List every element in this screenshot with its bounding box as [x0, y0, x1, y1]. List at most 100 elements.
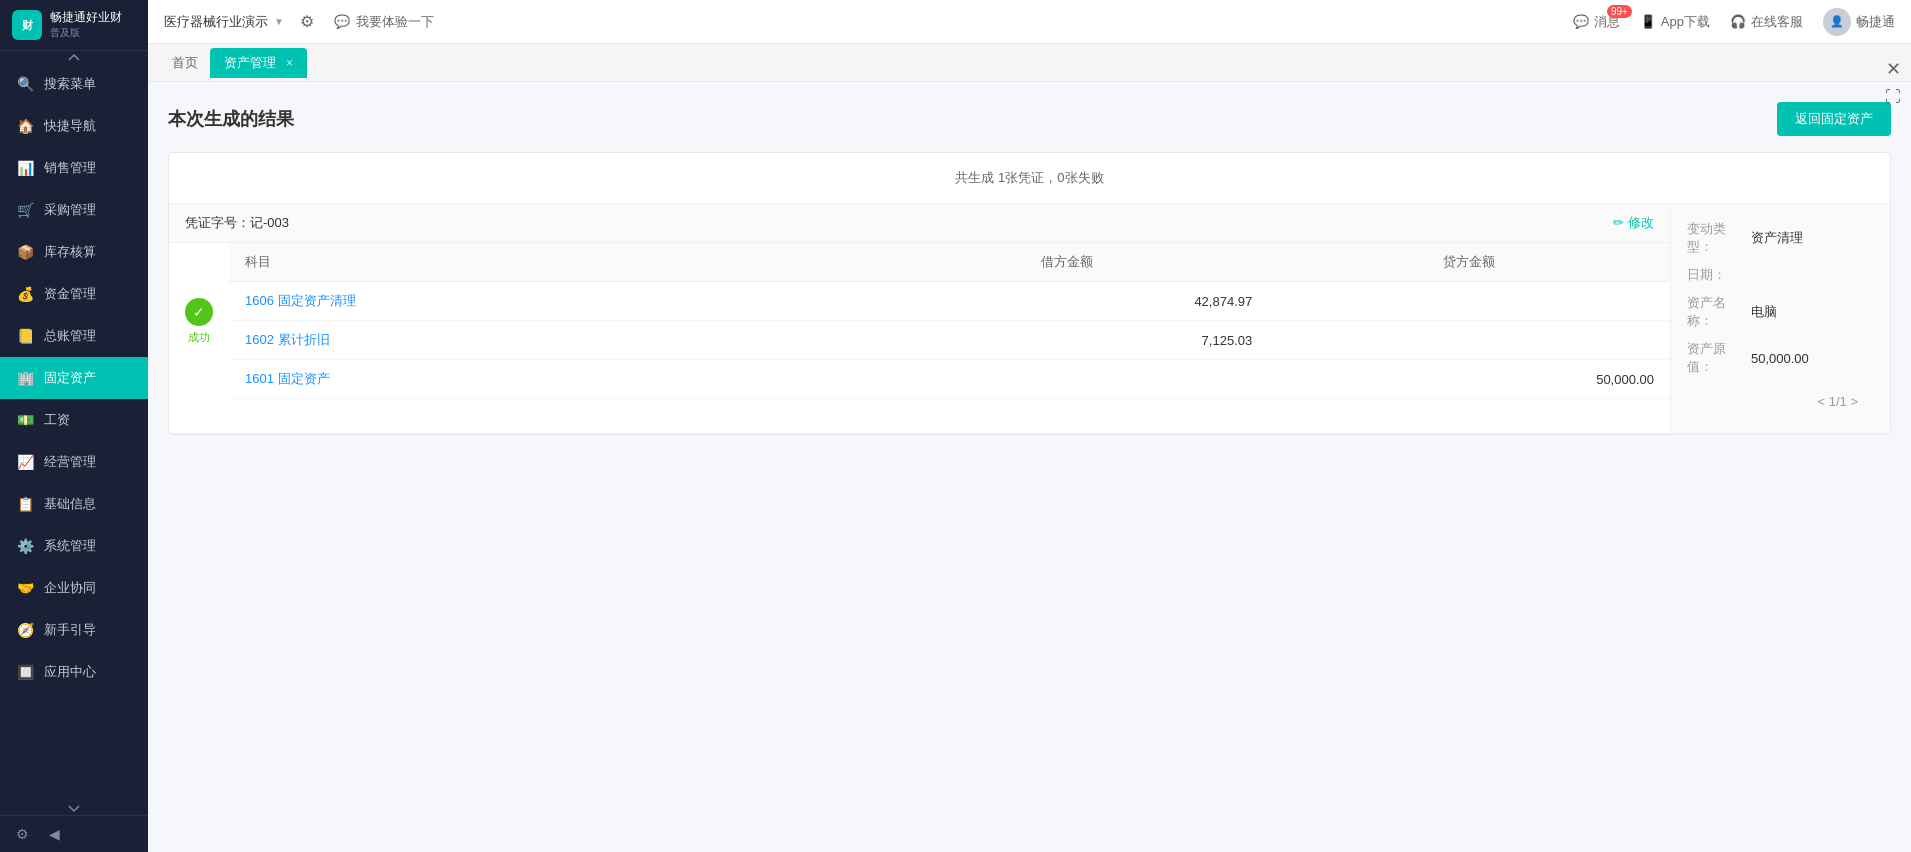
user-menu[interactable]: 👤 畅捷通 — [1823, 8, 1895, 36]
sales-icon: 📊 — [16, 159, 34, 177]
asset-name-value: 电脑 — [1751, 303, 1777, 321]
date-label: 日期： — [1687, 266, 1751, 284]
sidebar-item-guide[interactable]: 🧭 新手引导 — [0, 609, 148, 651]
account-code-1601[interactable]: 1601 固定资产 — [245, 371, 330, 386]
account-code-1602[interactable]: 1602 累计折旧 — [245, 332, 330, 347]
sidebar-item-quicknav[interactable]: 🏠 快捷导航 — [0, 105, 148, 147]
col-credit: 贷方金额 — [1268, 243, 1670, 282]
pagination[interactable]: < 1/1 > — [1687, 386, 1874, 417]
notifications-icon: 💬 — [1573, 14, 1589, 29]
apps-icon: 🔲 — [16, 663, 34, 681]
company-selector[interactable]: 医疗器械行业演示 ▼ — [164, 13, 284, 31]
panel-expand-button[interactable]: ⛶ — [1879, 86, 1907, 108]
tab-assets[interactable]: 资产管理 × — [210, 48, 307, 78]
sidebar-collapse-icon[interactable]: ◀ — [49, 826, 60, 842]
sidebar-item-label: 固定资产 — [44, 369, 96, 387]
purchase-icon: 🛒 — [16, 201, 34, 219]
result-summary: 共生成 1张凭证，0张失败 — [169, 153, 1890, 204]
asset-value-label: 资产原值： — [1687, 340, 1751, 376]
col-subject: 科目 — [229, 243, 866, 282]
row3-credit: 50,000.00 — [1268, 360, 1670, 399]
voucher-body: ✓ 成功 科目 借方金额 贷方金额 — [169, 243, 1670, 399]
support-label: 在线客服 — [1751, 13, 1803, 31]
result-panel: 共生成 1张凭证，0张失败 凭证字号：记-003 ✏ 修改 ✓ — [168, 152, 1891, 435]
tabbar: 首页 资产管理 × — [148, 44, 1911, 82]
result-header: 本次生成的结果 返回固定资产 — [168, 102, 1891, 136]
success-icon: ✓ — [185, 298, 213, 326]
sidebar-item-payroll[interactable]: 💵 工资 — [0, 399, 148, 441]
row2-subject[interactable]: 1602 累计折旧 — [229, 321, 866, 360]
change-type-value: 资产清理 — [1751, 229, 1803, 247]
sidebar: 财 畅捷通好业财 普及版 🔍 搜索菜单 🏠 快捷导航 📊 销售管理 🛒 采购管理 — [0, 0, 148, 852]
asset-value-value: 50,000.00 — [1751, 351, 1809, 366]
col-debit: 借方金额 — [866, 243, 1268, 282]
notifications-button[interactable]: 💬 消息 99+ — [1573, 13, 1620, 31]
sidebar-item-funds[interactable]: 💰 资金管理 — [0, 273, 148, 315]
feedback-icon: 💬 — [334, 14, 350, 29]
sidebar-bottom: ⚙ ◀ — [0, 815, 148, 852]
row1-subject[interactable]: 1606 固定资产清理 — [229, 282, 866, 321]
account-code-1606[interactable]: 1606 固定资产清理 — [245, 293, 356, 308]
tab-close-icon[interactable]: × — [286, 56, 293, 70]
sidebar-item-label: 总账管理 — [44, 327, 96, 345]
status-label: 成功 — [188, 330, 210, 345]
app-download-label: App下载 — [1661, 13, 1710, 31]
support-icon: 🎧 — [1730, 14, 1746, 29]
sidebar-item-label: 资金管理 — [44, 285, 96, 303]
panel-close-button[interactable]: ✕ — [1879, 56, 1907, 82]
table-row: 1606 固定资产清理 42,874.97 — [229, 282, 1670, 321]
sidebar-item-search[interactable]: 🔍 搜索菜单 — [0, 63, 148, 105]
app-download-button[interactable]: 📱 App下载 — [1640, 13, 1710, 31]
sidebar-scroll-up[interactable] — [0, 51, 148, 63]
voucher-container: 凭证字号：记-003 ✏ 修改 ✓ 成功 — [169, 204, 1890, 434]
sidebar-item-operations[interactable]: 📈 经营管理 — [0, 441, 148, 483]
sidebar-item-collab[interactable]: 🤝 企业协同 — [0, 567, 148, 609]
topbar: 医疗器械行业演示 ▼ ⚙ 💬 我要体验一下 💬 消息 99+ 📱 App下载 🎧… — [148, 0, 1911, 44]
asset-name-label: 资产名称： — [1687, 294, 1751, 330]
sidebar-item-sales[interactable]: 📊 销售管理 — [0, 147, 148, 189]
sidebar-item-fixed-assets[interactable]: 🏢 固定资产 — [0, 357, 148, 399]
sidebar-item-purchase[interactable]: 🛒 采购管理 — [0, 189, 148, 231]
online-support-button[interactable]: 🎧 在线客服 — [1730, 13, 1803, 31]
sidebar-scroll-down[interactable] — [0, 803, 148, 815]
tab-home[interactable]: 首页 — [164, 48, 206, 78]
voucher-main: 凭证字号：记-003 ✏ 修改 ✓ 成功 — [169, 204, 1670, 433]
app-download-icon: 📱 — [1640, 14, 1656, 29]
sidebar-item-apps[interactable]: 🔲 应用中心 — [0, 651, 148, 693]
sidebar-item-label: 销售管理 — [44, 159, 96, 177]
asset-name-row: 资产名称： 电脑 — [1687, 294, 1874, 330]
voucher-table: 科目 借方金额 贷方金额 1606 固定资产清理 — [229, 243, 1670, 399]
basics-icon: 📋 — [16, 495, 34, 513]
sidebar-item-label: 工资 — [44, 411, 70, 429]
sidebar-settings-icon[interactable]: ⚙ — [16, 826, 29, 842]
sidebar-item-system[interactable]: ⚙️ 系统管理 — [0, 525, 148, 567]
sidebar-item-label: 系统管理 — [44, 537, 96, 555]
notifications-badge: 99+ — [1607, 5, 1632, 18]
feedback-label: 我要体验一下 — [356, 13, 434, 31]
voucher-header: 凭证字号：记-003 ✏ 修改 — [169, 204, 1670, 243]
panel-action-buttons: ✕ ⛶ — [1879, 56, 1907, 108]
company-name: 医疗器械行业演示 — [164, 13, 268, 31]
avatar: 👤 — [1823, 8, 1851, 36]
row1-credit — [1268, 282, 1670, 321]
row3-subject[interactable]: 1601 固定资产 — [229, 360, 866, 399]
collab-icon: 🤝 — [16, 579, 34, 597]
home-icon: 🏠 — [16, 117, 34, 135]
system-icon: ⚙️ — [16, 537, 34, 555]
sidebar-item-label: 经营管理 — [44, 453, 96, 471]
sidebar-item-ledger[interactable]: 📒 总账管理 — [0, 315, 148, 357]
page-title: 本次生成的结果 — [168, 107, 294, 131]
guide-icon: 🧭 — [16, 621, 34, 639]
content-area: 本次生成的结果 返回固定资产 共生成 1张凭证，0张失败 凭证字号：记-003 … — [148, 82, 1911, 852]
sidebar-logo: 财 畅捷通好业财 普及版 — [0, 0, 148, 51]
voucher-status: ✓ 成功 — [169, 243, 229, 399]
sidebar-item-inventory[interactable]: 📦 库存核算 — [0, 231, 148, 273]
operations-icon: 📈 — [16, 453, 34, 471]
topbar-settings-icon[interactable]: ⚙ — [300, 12, 314, 31]
return-button[interactable]: 返回固定资产 — [1777, 102, 1891, 136]
row2-debit: 7,125.03 — [866, 321, 1268, 360]
feedback-button[interactable]: 💬 我要体验一下 — [334, 13, 434, 31]
sidebar-item-label: 企业协同 — [44, 579, 96, 597]
sidebar-item-basics[interactable]: 📋 基础信息 — [0, 483, 148, 525]
voucher-edit-button[interactable]: ✏ 修改 — [1613, 214, 1654, 232]
